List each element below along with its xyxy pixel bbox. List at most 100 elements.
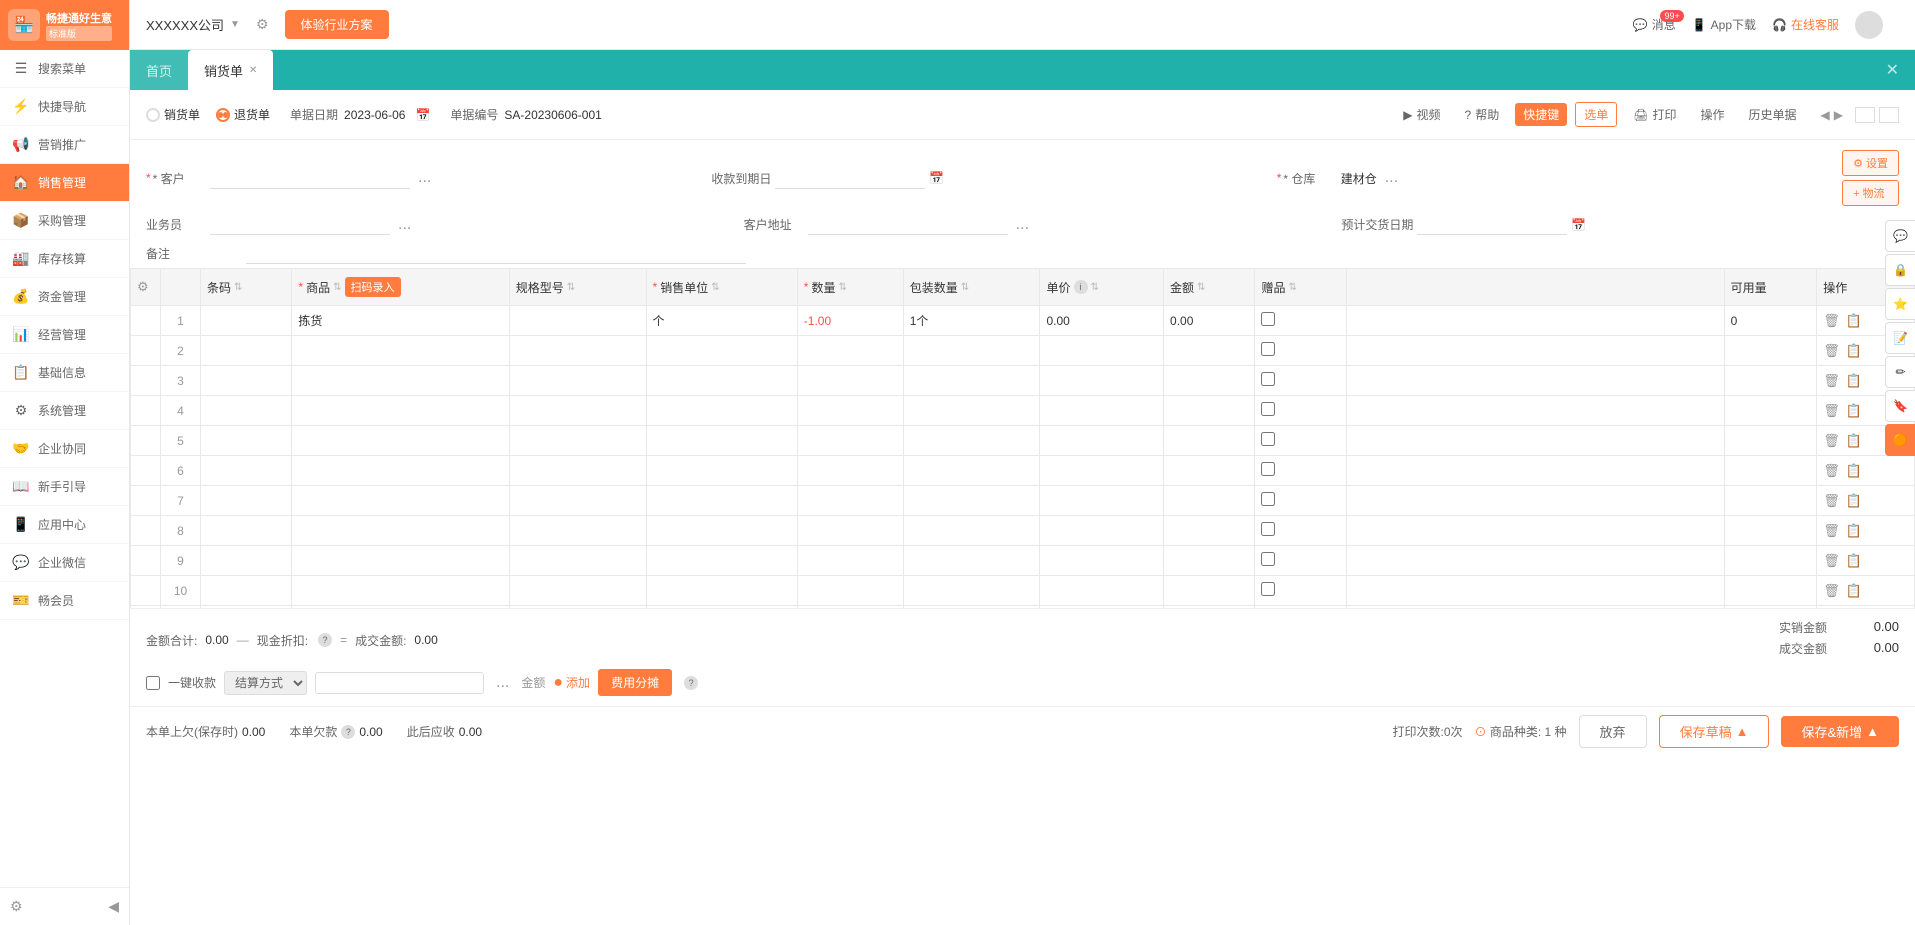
barcode-cell[interactable] — [201, 306, 292, 336]
account-dots[interactable]: ... — [492, 674, 513, 692]
list-view-icon[interactable] — [1855, 107, 1875, 123]
sidebar-item-member[interactable]: 🎫 畅会员 — [0, 582, 129, 620]
video-btn[interactable]: ▶ 视频 — [1395, 102, 1448, 127]
calendar-icon[interactable]: 📅 — [415, 108, 430, 122]
tab-sales-order[interactable]: 销货单 ✕ — [188, 50, 273, 90]
gift-checkbox[interactable] — [1261, 462, 1275, 476]
save-draft-btn[interactable]: 保存草稿 ▲ — [1659, 715, 1770, 748]
sort-amount-icon[interactable]: ⇅ — [1197, 282, 1205, 293]
salesperson-input[interactable] — [210, 214, 390, 235]
sidebar-item-basics[interactable]: 📋 基础信息 — [0, 354, 129, 392]
gift-checkbox[interactable] — [1261, 342, 1275, 356]
delete-row-icon[interactable]: 🗑 — [1823, 583, 1840, 599]
message-btn[interactable]: 💬 消息 99+ — [1633, 16, 1676, 33]
sort-barcode-icon[interactable]: ⇅ — [234, 282, 242, 293]
customer-dots[interactable]: ... — [414, 169, 435, 187]
right-float-orange[interactable]: 🟠 — [1885, 424, 1915, 456]
sort-pkg-icon[interactable]: ⇅ — [961, 282, 969, 293]
customer-addr-input[interactable] — [808, 214, 1008, 235]
gift-checkbox[interactable] — [1261, 312, 1275, 326]
radio-sales-order[interactable]: 销货单 — [146, 106, 200, 123]
sidebar-settings-icon[interactable]: ⚙ — [10, 898, 23, 915]
sidebar-item-sales[interactable]: 🏠 销售管理 — [0, 164, 129, 202]
one-click-payment-checkbox[interactable] — [146, 676, 160, 690]
payment-due-input[interactable] — [775, 168, 925, 189]
gift-checkbox[interactable] — [1261, 552, 1275, 566]
gift-checkbox[interactable] — [1261, 372, 1275, 386]
expected-date-calendar-icon[interactable]: 📅 — [1571, 218, 1586, 232]
add-payment-btn[interactable]: ● 添加 — [553, 674, 590, 692]
copy-row-icon[interactable]: 📋 — [1846, 523, 1862, 539]
sidebar-item-marketing[interactable]: 📢 营销推广 — [0, 126, 129, 164]
company-selector[interactable]: XXXXXX公司 ▼ — [146, 15, 240, 34]
delete-row-icon[interactable]: 🗑 — [1823, 523, 1840, 539]
copy-row-icon[interactable]: 📋 — [1846, 343, 1862, 359]
salesperson-dots[interactable]: ... — [394, 216, 415, 234]
sort-gift-icon[interactable]: ⇅ — [1288, 282, 1296, 293]
sidebar-item-system[interactable]: ⚙ 系统管理 — [0, 392, 129, 430]
copy-row-icon[interactable]: 📋 — [1846, 493, 1862, 509]
right-float-star[interactable]: ⭐ — [1885, 288, 1915, 320]
copy-row-icon[interactable]: 📋 — [1846, 313, 1862, 329]
sort-unit-icon[interactable]: ⇅ — [711, 282, 719, 293]
spec-cell[interactable] — [509, 306, 646, 336]
operations-btn[interactable]: 操作 — [1693, 102, 1733, 127]
account-input[interactable] — [315, 672, 484, 694]
gift-checkbox[interactable] — [1261, 402, 1275, 416]
scan-btn[interactable]: 扫码录入 — [345, 277, 401, 297]
sidebar-collapse-icon[interactable]: ◀ — [108, 898, 119, 915]
copy-row-icon[interactable]: 📋 — [1846, 433, 1862, 449]
help-btn[interactable]: ? 帮助 — [1457, 102, 1508, 127]
setup-btn[interactable]: ⚙ 设置 — [1842, 150, 1899, 176]
shortcut-btn[interactable]: 快捷键 — [1515, 103, 1567, 126]
copy-row-icon[interactable]: 📋 — [1846, 583, 1862, 599]
right-float-note[interactable]: 📝 — [1885, 322, 1915, 354]
sidebar-item-purchase[interactable]: 📦 采购管理 — [0, 202, 129, 240]
gift-cell[interactable] — [1255, 306, 1346, 336]
payment-due-calendar-icon[interactable]: 📅 — [929, 171, 944, 185]
delete-row-icon[interactable]: 🗑 — [1823, 463, 1840, 479]
app-download-btn[interactable]: 📱 App下载 — [1692, 16, 1756, 33]
delete-row-icon[interactable]: 🗑 — [1823, 343, 1840, 359]
settings-icon[interactable]: ⚙ — [256, 16, 269, 33]
sidebar-item-enterprise[interactable]: 🤝 企业协同 — [0, 430, 129, 468]
sort-spec-icon[interactable]: ⇅ — [567, 282, 575, 293]
customer-addr-dots[interactable]: ... — [1012, 216, 1033, 234]
delete-row-icon[interactable]: 🗑 — [1823, 553, 1840, 569]
abandon-btn[interactable]: 放弃 — [1579, 715, 1647, 748]
history-btn[interactable]: 历史单据 — [1741, 102, 1805, 127]
gift-checkbox[interactable] — [1261, 522, 1275, 536]
th-settings[interactable]: ⚙ — [131, 269, 161, 306]
trial-btn[interactable]: 体验行业方案 — [285, 10, 389, 39]
right-float-lock[interactable]: 🔒 — [1885, 254, 1915, 286]
copy-row-icon[interactable]: 📋 — [1846, 373, 1862, 389]
column-settings-icon[interactable]: ⚙ — [137, 279, 149, 294]
notes-input[interactable] — [246, 243, 746, 264]
fee-split-btn[interactable]: 费用分摊 — [598, 669, 672, 696]
fee-info-icon[interactable]: ? — [684, 676, 698, 690]
online-service-btn[interactable]: 🎧 在线客服 — [1772, 16, 1839, 33]
sort-qty-icon[interactable]: ⇅ — [838, 282, 846, 293]
logistics-btn[interactable]: + 物流 — [1842, 180, 1899, 206]
sidebar-item-quick-nav[interactable]: ⚡ 快捷导航 — [0, 88, 129, 126]
sidebar-item-search[interactable]: ☰ 搜索菜单 — [0, 50, 129, 88]
select-btn[interactable]: 选单 — [1575, 102, 1617, 127]
expected-date-input[interactable] — [1417, 214, 1567, 235]
calc-method-select[interactable]: 结算方式 — [224, 671, 307, 695]
sidebar-item-operations[interactable]: 📊 经营管理 — [0, 316, 129, 354]
gift-checkbox[interactable] — [1261, 492, 1275, 506]
delete-row-icon[interactable]: 🗑 — [1823, 313, 1840, 329]
right-float-edit[interactable]: ✏ — [1885, 356, 1915, 388]
sidebar-item-guide[interactable]: 📖 新手引导 — [0, 468, 129, 506]
right-float-bookmark[interactable]: 🔖 — [1885, 390, 1915, 422]
price-info-icon[interactable]: i — [1074, 280, 1088, 294]
gift-checkbox[interactable] — [1261, 582, 1275, 596]
delete-row-icon[interactable]: 🗑 — [1823, 433, 1840, 449]
table-wrapper[interactable]: ⚙ 条码 ⇅ — [130, 268, 1915, 608]
discount-info-icon[interactable]: ? — [318, 633, 332, 647]
sort-price-icon[interactable]: ⇅ — [1091, 282, 1099, 293]
save-new-btn[interactable]: 保存&新增 ▲ — [1781, 716, 1899, 747]
sidebar-item-apps[interactable]: 📱 应用中心 — [0, 506, 129, 544]
sidebar-item-wechat[interactable]: 💬 企业微信 — [0, 544, 129, 582]
delete-row-icon[interactable]: 🗑 — [1823, 403, 1840, 419]
